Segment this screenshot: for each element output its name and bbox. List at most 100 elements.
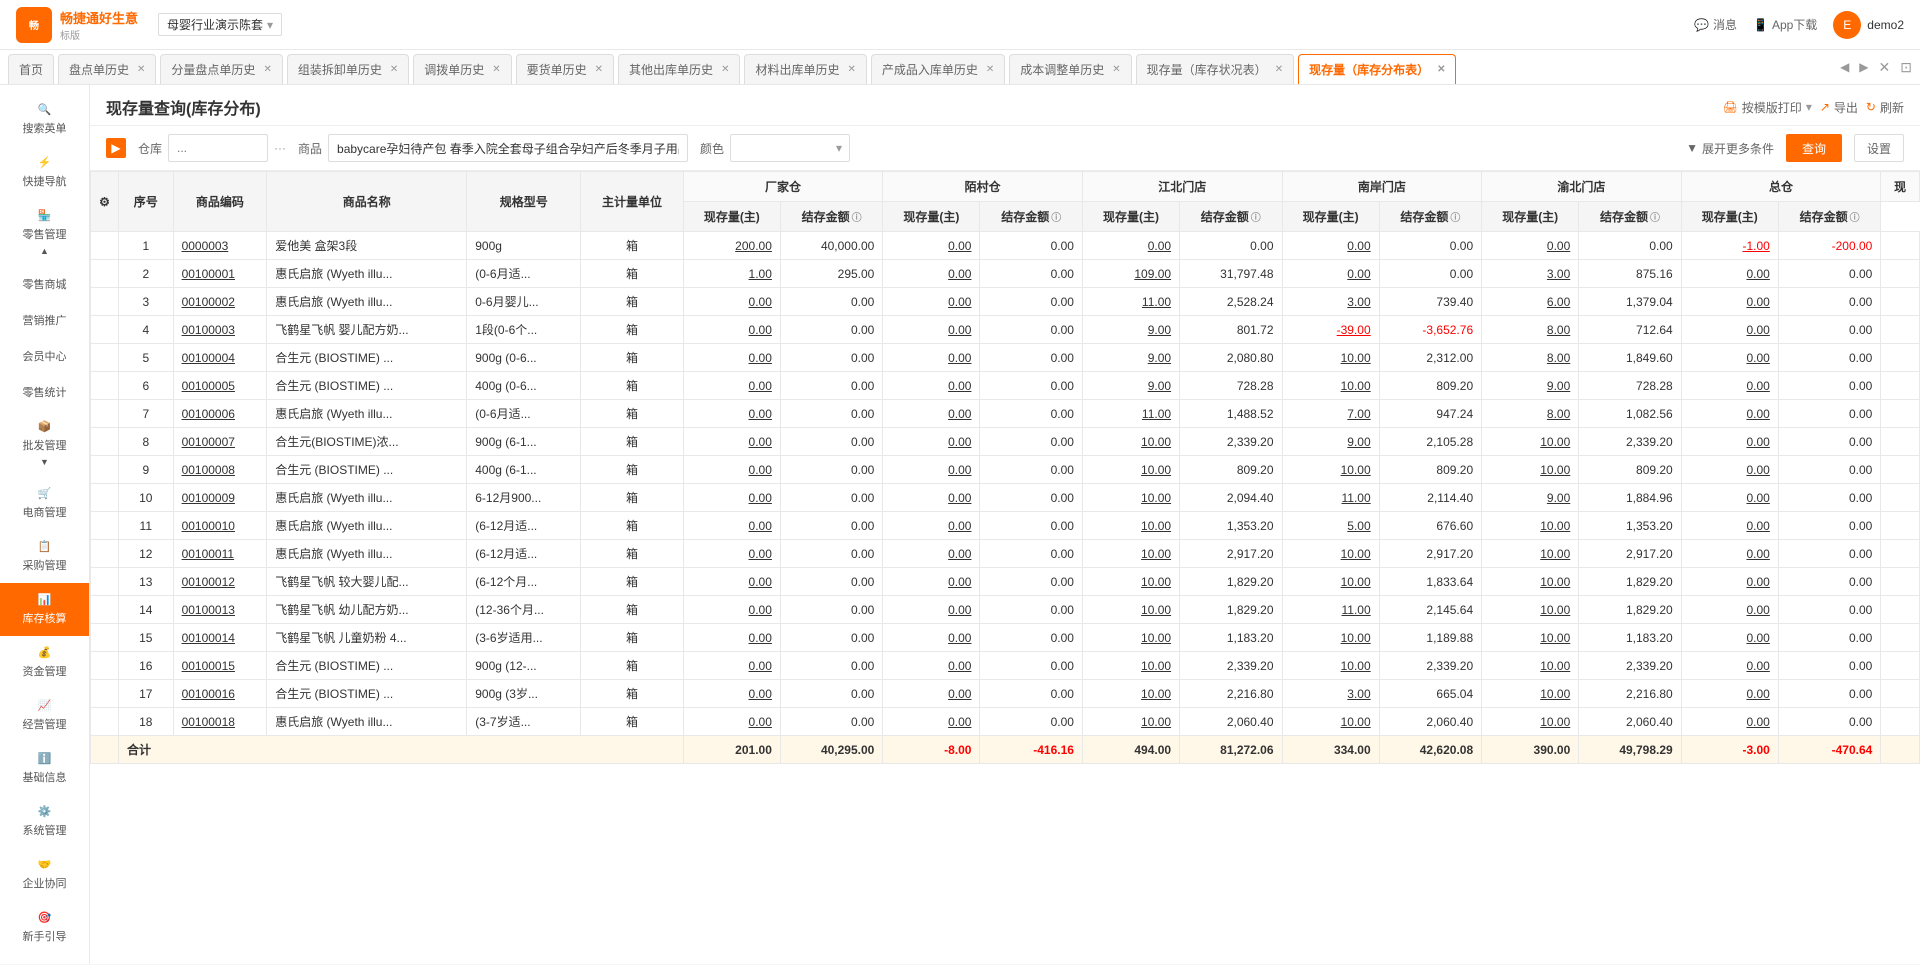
row-c3-qty[interactable]: 9.00 <box>1082 344 1179 372</box>
row-total-qty[interactable]: 0.00 <box>1681 708 1778 736</box>
row-c4-qty[interactable]: 0.00 <box>1282 232 1379 260</box>
row-c5-qty[interactable]: 3.00 <box>1482 260 1579 288</box>
row-c5-qty[interactable]: 10.00 <box>1482 428 1579 456</box>
sidebar-item-0[interactable]: 🔍搜索英单 <box>0 93 89 146</box>
sidebar-item-14[interactable]: ⚙️系统管理 <box>0 795 89 848</box>
row-c4-qty[interactable]: 9.00 <box>1282 428 1379 456</box>
tab-item-3[interactable]: 组装拆卸单历史✕ <box>287 54 409 84</box>
row-c4-qty[interactable]: 10.00 <box>1282 708 1379 736</box>
sidebar-item-17[interactable]: 🔲应用中心 <box>0 954 89 964</box>
sidebar-item-5[interactable]: 会员中心 <box>0 338 89 374</box>
row-code[interactable]: 00100007 <box>173 428 267 456</box>
row-code[interactable]: 0000003 <box>173 232 267 260</box>
row-c2-qty[interactable]: 0.00 <box>883 596 980 624</box>
row-code[interactable]: 00100009 <box>173 484 267 512</box>
row-c5-qty[interactable]: 9.00 <box>1482 372 1579 400</box>
setting-btn[interactable]: 设置 <box>1854 134 1904 162</box>
row-c1-qty[interactable]: 200.00 <box>683 232 780 260</box>
row-c5-qty[interactable]: 0.00 <box>1482 232 1579 260</box>
row-settings[interactable] <box>91 512 119 540</box>
export-btn[interactable]: ↗ 导出 <box>1820 99 1858 116</box>
sidebar-item-8[interactable]: 🛒电商管理 <box>0 477 89 530</box>
row-c1-qty[interactable]: 0.00 <box>683 456 780 484</box>
row-settings[interactable] <box>91 484 119 512</box>
row-c5-qty[interactable]: 10.00 <box>1482 540 1579 568</box>
row-c1-qty[interactable]: 1.00 <box>683 260 780 288</box>
color-input[interactable] <box>730 134 850 162</box>
row-c4-qty[interactable]: 3.00 <box>1282 680 1379 708</box>
row-c4-qty[interactable]: 10.00 <box>1282 456 1379 484</box>
row-total-qty[interactable]: 0.00 <box>1681 344 1778 372</box>
row-c5-qty[interactable]: 8.00 <box>1482 316 1579 344</box>
tab-item-4[interactable]: 调拨单历史✕ <box>413 54 511 84</box>
row-settings[interactable] <box>91 400 119 428</box>
row-c3-qty[interactable]: 10.00 <box>1082 484 1179 512</box>
sidebar-item-13[interactable]: ℹ️基础信息 <box>0 742 89 795</box>
row-total-qty[interactable]: 0.00 <box>1681 596 1778 624</box>
tab-close-btn-1[interactable]: ✕ <box>137 64 145 75</box>
row-c4-qty[interactable]: 10.00 <box>1282 344 1379 372</box>
refresh-btn[interactable]: ↻ 刷新 <box>1866 99 1904 116</box>
row-c5-qty[interactable]: 9.00 <box>1482 484 1579 512</box>
product-input[interactable] <box>328 134 688 162</box>
row-total-qty[interactable]: 0.00 <box>1681 652 1778 680</box>
row-code[interactable]: 00100004 <box>173 344 267 372</box>
row-c1-qty[interactable]: 0.00 <box>683 540 780 568</box>
company-dropdown[interactable]: 母婴行业演示陈套 ▾ <box>158 13 282 36</box>
row-c2-qty[interactable]: 0.00 <box>883 372 980 400</box>
row-c1-qty[interactable]: 0.00 <box>683 596 780 624</box>
row-total-qty[interactable]: 0.00 <box>1681 680 1778 708</box>
row-code[interactable]: 00100010 <box>173 512 267 540</box>
tab-item-5[interactable]: 要货单历史✕ <box>516 54 614 84</box>
row-c2-qty[interactable]: 0.00 <box>883 540 980 568</box>
row-c2-qty[interactable]: 0.00 <box>883 652 980 680</box>
row-c5-qty[interactable]: 10.00 <box>1482 624 1579 652</box>
row-c1-qty[interactable]: 0.00 <box>683 428 780 456</box>
row-c3-qty[interactable]: 10.00 <box>1082 568 1179 596</box>
row-code[interactable]: 00100018 <box>173 708 267 736</box>
tab-expand-btn[interactable]: ⊡ <box>1896 57 1916 78</box>
row-code[interactable]: 00100013 <box>173 596 267 624</box>
row-c2-qty[interactable]: 0.00 <box>883 708 980 736</box>
row-c3-qty[interactable]: 11.00 <box>1082 400 1179 428</box>
row-c5-qty[interactable]: 8.00 <box>1482 344 1579 372</box>
row-settings[interactable] <box>91 372 119 400</box>
row-c3-qty[interactable]: 10.00 <box>1082 428 1179 456</box>
row-c2-qty[interactable]: 0.00 <box>883 344 980 372</box>
row-c3-qty[interactable]: 109.00 <box>1082 260 1179 288</box>
row-c4-qty[interactable]: 11.00 <box>1282 596 1379 624</box>
tab-close-btn-2[interactable]: ✕ <box>263 64 271 75</box>
row-settings[interactable] <box>91 540 119 568</box>
row-settings[interactable] <box>91 232 119 260</box>
row-code[interactable]: 00100016 <box>173 680 267 708</box>
sidebar-item-6[interactable]: 零售统计 <box>0 374 89 410</box>
row-settings[interactable] <box>91 596 119 624</box>
row-c5-qty[interactable]: 10.00 <box>1482 708 1579 736</box>
row-c4-qty[interactable]: 10.00 <box>1282 624 1379 652</box>
row-c3-qty[interactable]: 10.00 <box>1082 540 1179 568</box>
row-settings[interactable] <box>91 680 119 708</box>
row-settings[interactable] <box>91 260 119 288</box>
tab-item-7[interactable]: 材料出库单历史✕ <box>744 54 866 84</box>
sidebar-item-9[interactable]: 📋采购管理 <box>0 530 89 583</box>
row-code[interactable]: 00100001 <box>173 260 267 288</box>
row-c5-qty[interactable]: 8.00 <box>1482 400 1579 428</box>
row-c5-qty[interactable]: 10.00 <box>1482 568 1579 596</box>
row-c1-qty[interactable]: 0.00 <box>683 288 780 316</box>
sidebar-item-7[interactable]: 📦批发管理▼ <box>0 410 89 477</box>
row-c1-qty[interactable]: 0.00 <box>683 484 780 512</box>
row-c4-qty[interactable]: 10.00 <box>1282 372 1379 400</box>
row-code[interactable]: 00100006 <box>173 400 267 428</box>
row-c2-qty[interactable]: 0.00 <box>883 484 980 512</box>
row-c4-qty[interactable]: -39.00 <box>1282 316 1379 344</box>
row-c5-qty[interactable]: 10.00 <box>1482 680 1579 708</box>
row-c3-qty[interactable]: 10.00 <box>1082 708 1179 736</box>
row-c1-qty[interactable]: 0.00 <box>683 680 780 708</box>
sidebar-item-16[interactable]: 🎯新手引导 <box>0 901 89 954</box>
tab-prev-btn[interactable]: ◀ <box>1836 58 1853 76</box>
row-total-qty[interactable]: 0.00 <box>1681 260 1778 288</box>
row-settings[interactable] <box>91 568 119 596</box>
tab-item-0[interactable]: 首页 <box>8 54 54 84</box>
row-c4-qty[interactable]: 10.00 <box>1282 568 1379 596</box>
row-total-qty[interactable]: 0.00 <box>1681 624 1778 652</box>
